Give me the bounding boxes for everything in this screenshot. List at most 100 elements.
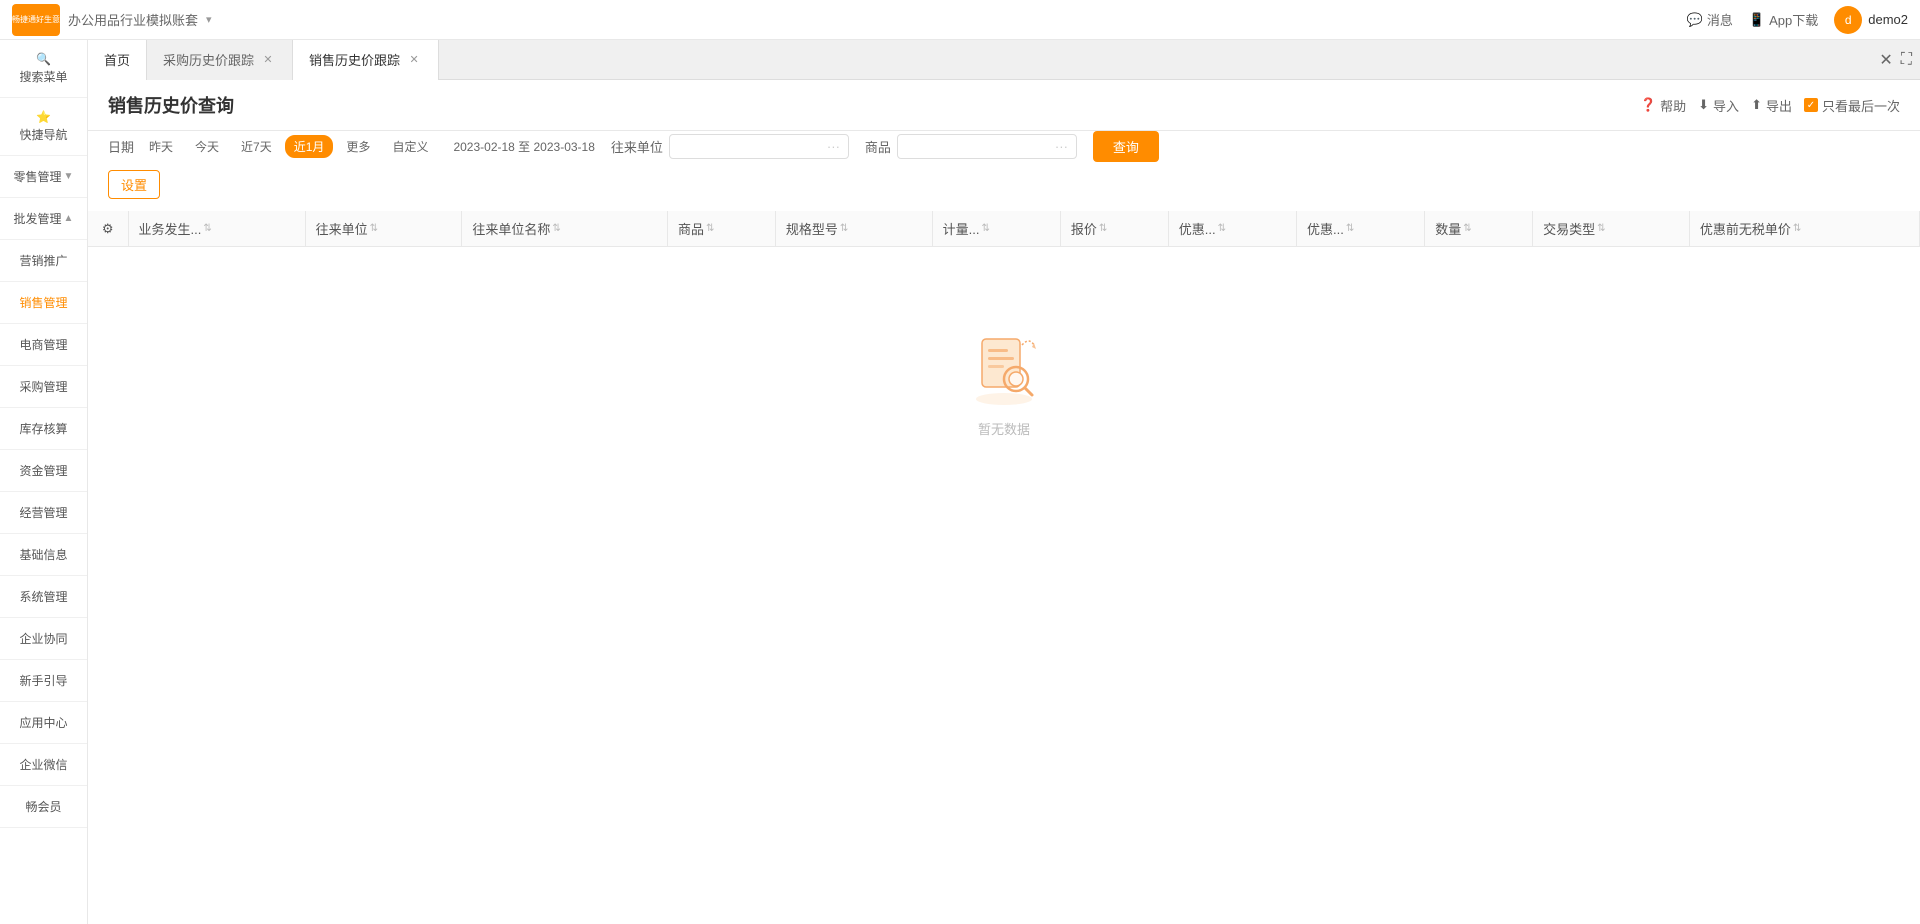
export-button[interactable]: ⬆ 导出 (1751, 96, 1792, 115)
app-download-label: App下载 (1769, 10, 1818, 29)
sidebar-item-search[interactable]: 🔍 搜索菜单 (0, 40, 87, 98)
partner-filter: 往来单位 ··· (611, 134, 849, 159)
sidebar-item-finance[interactable]: 资金管理 (0, 450, 87, 492)
date-btn-today[interactable]: 今天 (186, 135, 228, 158)
th-quote[interactable]: 报价 ⇅ (1060, 211, 1168, 247)
sidebar-item-basic-info[interactable]: 基础信息 (0, 534, 87, 576)
tab-fullscreen-icon[interactable]: ⛶ (1901, 51, 1912, 69)
sidebar-label-retail: 零售管理 (14, 168, 62, 185)
import-icon: ⬇ (1698, 97, 1709, 113)
date-btn-yesterday[interactable]: 昨天 (140, 135, 182, 158)
partner-label: 往来单位 (611, 137, 663, 156)
sidebar-item-enterprise[interactable]: 企业协同 (0, 618, 87, 660)
product-input[interactable]: ··· (897, 134, 1077, 159)
page-content: 销售历史价查询 ❓ 帮助 ⬇ 导入 ⬆ 导出 (88, 80, 1920, 924)
retail-arrow-icon: ▼ (64, 171, 74, 182)
sidebar-item-wechat[interactable]: 企业微信 (0, 744, 87, 786)
sort-icon-partner-code: ⇅ (370, 223, 378, 234)
sidebar-label-purchase: 采购管理 (19, 378, 67, 395)
sidebar-label-enterprise: 企业协同 (19, 630, 67, 647)
sidebar-item-shortcuts[interactable]: ⭐ 快捷导航 (0, 98, 87, 156)
sidebar-item-member[interactable]: 畅会员 (0, 786, 87, 828)
sidebar-label-wechat: 企业微信 (19, 756, 67, 773)
tab-purchase-close-icon[interactable]: ✕ (260, 52, 276, 68)
th-partner-code[interactable]: 往来单位 ⇅ (305, 211, 462, 247)
th-trade-type[interactable]: 交易类型 ⇅ (1533, 211, 1690, 247)
tab-home[interactable]: 首页 (88, 40, 147, 80)
sidebar-item-system[interactable]: 系统管理 (0, 576, 87, 618)
topbar-left: 畅捷通好生意 办公用品行业模拟账套 ▾ (12, 4, 212, 36)
sort-icon-pretax-price: ⇅ (1793, 223, 1801, 234)
sort-icon-partner-name: ⇅ (552, 223, 560, 234)
sidebar-item-operations[interactable]: 经营管理 (0, 492, 87, 534)
sidebar-item-guide[interactable]: 新手引导 (0, 660, 87, 702)
sidebar-label-search: 搜索菜单 (19, 68, 67, 85)
sidebar-item-marketing[interactable]: 营销推广 (0, 240, 87, 282)
date-btn-more[interactable]: 更多 (337, 135, 379, 158)
only-last-checkbox[interactable]: ✓ 只看最后一次 (1804, 96, 1900, 115)
app-download-button[interactable]: 📱 App下载 (1749, 10, 1818, 29)
gear-icon-th[interactable]: ⚙ (102, 221, 114, 236)
th-partner-name[interactable]: 往来单位名称 ⇅ (462, 211, 668, 247)
import-button[interactable]: ⬇ 导入 (1698, 96, 1739, 115)
sort-icon-quote: ⇅ (1099, 223, 1107, 234)
sidebar-item-sales[interactable]: 销售管理 (0, 282, 87, 324)
date-label: 日期 (108, 137, 134, 156)
th-gear[interactable]: ⚙ (88, 211, 128, 247)
th-discount2[interactable]: 优惠... ⇅ (1296, 211, 1424, 247)
sidebar-label-ecommerce: 电商管理 (19, 336, 67, 353)
app-title: 办公用品行业模拟账套 (68, 10, 198, 29)
partner-input[interactable]: ··· (669, 134, 849, 159)
sidebar-item-retail[interactable]: 零售管理 ▼ (0, 156, 87, 198)
page-header: 销售历史价查询 ❓ 帮助 ⬇ 导入 ⬆ 导出 (88, 80, 1920, 131)
tab-close-all-icon[interactable]: ✕ (1879, 50, 1892, 70)
help-button[interactable]: ❓ 帮助 (1640, 96, 1686, 115)
date-btn-custom[interactable]: 自定义 (383, 135, 437, 158)
empty-state: 暂无数据 (88, 247, 1920, 518)
date-btn-7days[interactable]: 近7天 (232, 135, 281, 158)
th-spec[interactable]: 规格型号 ⇅ (775, 211, 932, 247)
logo-text: 畅捷通好生意 (12, 15, 60, 25)
sidebar-label-member: 畅会员 (25, 798, 61, 815)
sidebar-label-guide: 新手引导 (19, 672, 67, 689)
th-pretax-price[interactable]: 优惠前无税单价 ⇅ (1689, 211, 1919, 247)
th-unit[interactable]: 计量... ⇅ (932, 211, 1060, 247)
query-button[interactable]: 查询 (1093, 131, 1159, 162)
avatar: d (1834, 6, 1862, 34)
tab-sales-close-icon[interactable]: ✕ (406, 52, 422, 68)
date-btn-1month[interactable]: 近1月 (285, 135, 334, 158)
th-product[interactable]: 商品 ⇅ (667, 211, 775, 247)
help-label: 帮助 (1660, 96, 1686, 115)
settings-button[interactable]: 设置 (108, 170, 160, 199)
sort-icon-biz-date: ⇅ (203, 223, 211, 234)
user-area[interactable]: d demo2 (1834, 6, 1908, 34)
th-discount1[interactable]: 优惠... ⇅ (1168, 211, 1296, 247)
msg-icon: 💬 (1687, 12, 1703, 28)
data-table: ⚙ 业务发生... ⇅ 往来单位 (88, 211, 1920, 247)
sidebar-item-purchase[interactable]: 采购管理 (0, 366, 87, 408)
table-head: ⚙ 业务发生... ⇅ 往来单位 (88, 211, 1920, 247)
date-range-display: 2023-02-18 至 2023-03-18 (453, 138, 594, 155)
sidebar-label-finance: 资金管理 (19, 462, 67, 479)
only-last-label: 只看最后一次 (1822, 96, 1900, 115)
main-layout: 🔍 搜索菜单 ⭐ 快捷导航 零售管理 ▼ 批发管理 ▲ 营销推广 销售管理 电商… (0, 40, 1920, 924)
tab-sales[interactable]: 销售历史价跟踪 ✕ (293, 40, 439, 80)
wholesale-row: 批发管理 ▲ (14, 210, 74, 227)
th-biz-date[interactable]: 业务发生... ⇅ (128, 211, 305, 247)
msg-button[interactable]: 💬 消息 (1687, 10, 1733, 29)
import-label: 导入 (1713, 96, 1739, 115)
partner-input-dots: ··· (827, 139, 840, 154)
app-title-dropdown-icon[interactable]: ▾ (206, 13, 212, 26)
tab-purchase[interactable]: 采购历史价跟踪 ✕ (147, 40, 293, 80)
sidebar-label-basic-info: 基础信息 (19, 546, 67, 563)
sidebar-item-wholesale[interactable]: 批发管理 ▲ (0, 198, 87, 240)
sidebar-item-ecommerce[interactable]: 电商管理 (0, 324, 87, 366)
username: demo2 (1868, 12, 1908, 27)
date-range-text: 2023-02-18 至 2023-03-18 (453, 138, 594, 155)
sidebar-item-inventory[interactable]: 库存核算 (0, 408, 87, 450)
th-qty[interactable]: 数量 ⇅ (1425, 211, 1533, 247)
empty-svg (964, 327, 1044, 407)
sort-icon-discount2: ⇅ (1346, 223, 1354, 234)
export-icon: ⬆ (1751, 97, 1762, 113)
sidebar-item-app-center[interactable]: 应用中心 (0, 702, 87, 744)
